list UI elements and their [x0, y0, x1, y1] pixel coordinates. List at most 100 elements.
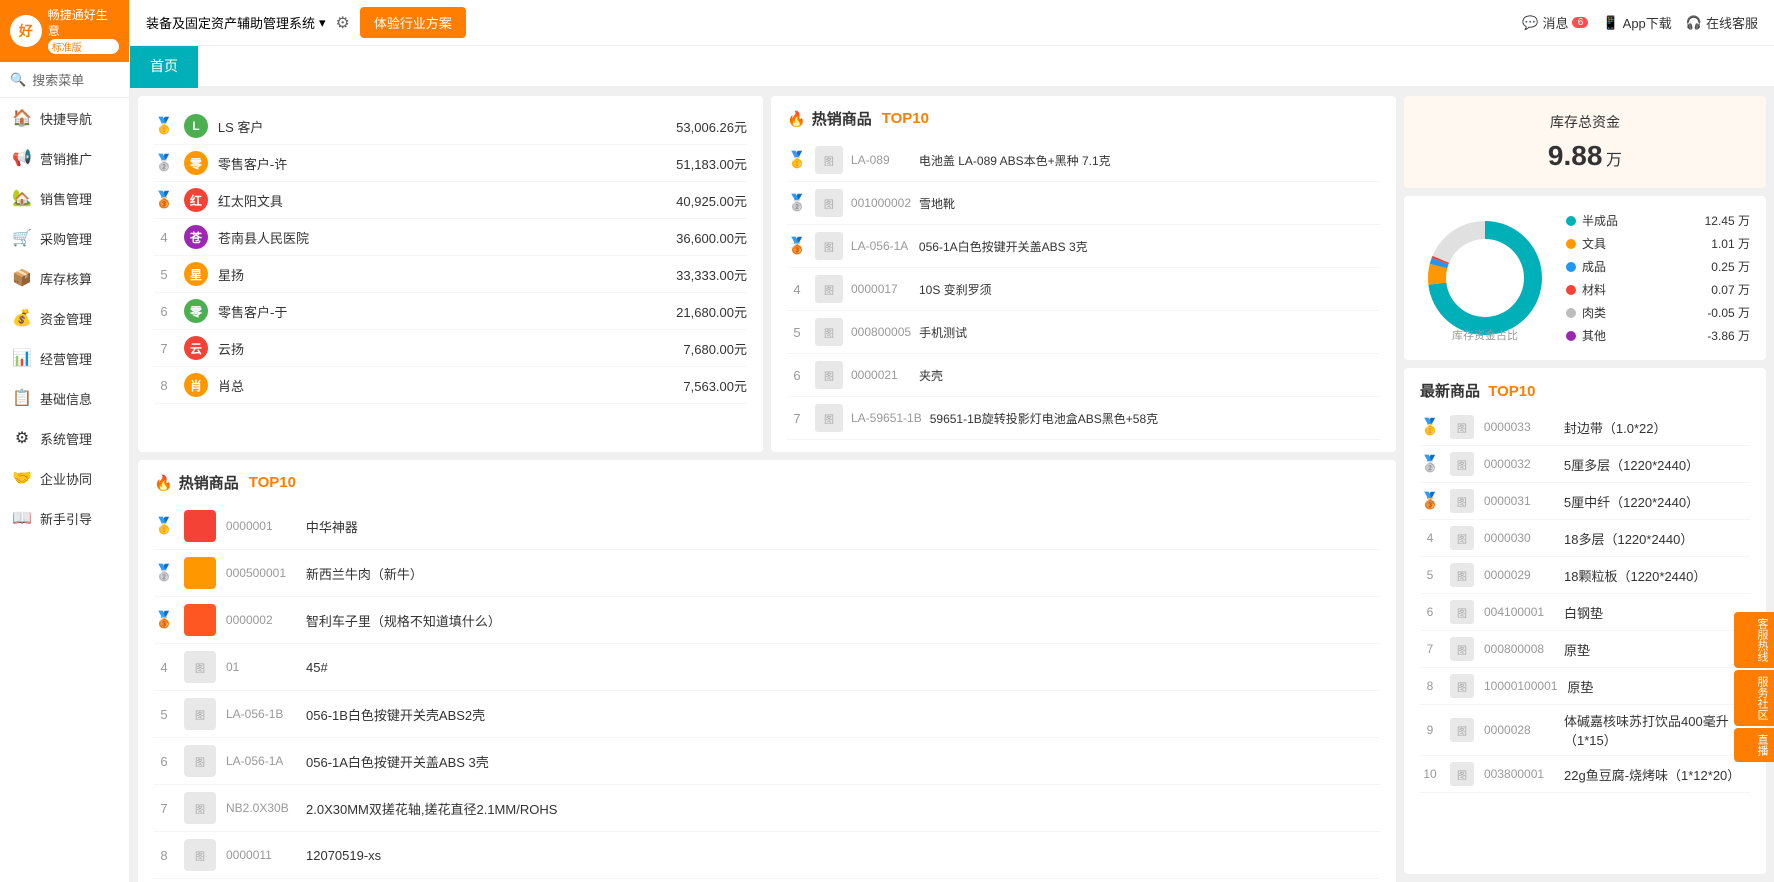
settings-icon[interactable]: ⚙ [336, 13, 350, 33]
customer-rank-item[interactable]: 5 星 星扬 33,333.00元 [154, 256, 747, 293]
product-name: 智利车子里（规格不知道填什么） [306, 611, 1380, 630]
rank-number: 7 [154, 341, 174, 356]
inventory-unit: 万 [1606, 152, 1622, 169]
medal-icon: 🥉 [787, 236, 807, 256]
top-sale-item[interactable]: 7 图 LA-59651-1B 59651-1B旋转投影灯电池盒ABS黑色+58… [787, 397, 1380, 440]
customer-name: 零售客户-于 [218, 302, 666, 321]
customer-rank-item[interactable]: 6 零 零售客户-于 21,680.00元 [154, 293, 747, 330]
product-name: 45# [306, 660, 1380, 675]
legend-name: 材料 [1582, 281, 1705, 298]
purchase-icon: 🛒 [12, 228, 32, 248]
newest-product-item[interactable]: 🥇 图 0000033 封边带（1.0*22） [1420, 409, 1750, 446]
customer-rank-item[interactable]: 4 苍 苍南县人民医院 36,600.00元 [154, 219, 747, 256]
newest-product-item[interactable]: 9 图 0000028 体碱嘉核味苏打饮品400毫升（1*15） [1420, 705, 1750, 756]
online-service-btn[interactable]: 🎧 在线客服 [1686, 13, 1758, 32]
customer-hotline-btn[interactable]: 客服热线 [1734, 612, 1774, 668]
hot-product-item[interactable]: 8 图 0000011 12070519-xs [154, 832, 1380, 879]
newest-product-item[interactable]: 5 图 0000029 18颗粒板（1220*2440） [1420, 557, 1750, 594]
newest-product-item[interactable]: 4 图 0000030 18多层（1220*2440） [1420, 520, 1750, 557]
top-sale-item[interactable]: 4 图 0000017 10S 变刹罗须 [787, 268, 1380, 311]
product-thumbnail [184, 604, 216, 636]
service-community-btn[interactable]: 服务社区 [1734, 670, 1774, 726]
newest-product-item[interactable]: 10 图 003800001 22g鱼豆腐-烧烤味（1*12*20） [1420, 756, 1750, 793]
sidebar-item-cooperation[interactable]: 🤝 企业协同 [0, 458, 129, 498]
hot-product-item[interactable]: 🥉 0000002 智利车子里（规格不知道填什么） [154, 597, 1380, 644]
direct-service-btn[interactable]: 直播 [1734, 728, 1774, 762]
sidebar-item-purchase[interactable]: 🛒 采购管理 [0, 218, 129, 258]
tab-home[interactable]: 首页 [130, 46, 198, 88]
hot-product-item[interactable]: 7 图 NB2.0X30B 2.0X30MM双搓花轴,搓花直径2.1MM/ROH… [154, 785, 1380, 832]
sidebar-item-basics[interactable]: 📋 基础信息 [0, 378, 129, 418]
sidebar-item-inventory[interactable]: 📦 库存核算 [0, 258, 129, 298]
hot-product-item[interactable]: 🥇 0000001 中华神器 [154, 503, 1380, 550]
customer-rank-item[interactable]: 🥇 L LS 客户 53,006.26元 [154, 108, 747, 145]
product-code: LA-056-1A [851, 239, 911, 253]
top-sale-item[interactable]: 6 图 0000021 夹壳 [787, 354, 1380, 397]
inventory-amount: 9.88 [1548, 140, 1603, 171]
product-thumbnail [184, 557, 216, 589]
customer-rank-item[interactable]: 🥉 红 红太阳文具 40,925.00元 [154, 182, 747, 219]
legend-name: 半成品 [1582, 212, 1699, 229]
legend-value: -0.05 万 [1707, 304, 1750, 321]
sidebar-item-marketing[interactable]: 📢 营销推广 [0, 138, 129, 178]
search-menu[interactable]: 🔍 搜索菜单 [0, 62, 129, 98]
customer-amount: 53,006.26元 [676, 117, 747, 136]
sidebar-item-quick-nav[interactable]: 🏠 快捷导航 [0, 98, 129, 138]
product-thumbnail: 图 [1450, 526, 1474, 550]
sidebar-item-guide[interactable]: 📖 新手引导 [0, 498, 129, 538]
product-code: 001000002 [851, 196, 911, 210]
sidebar-item-sales[interactable]: 🏡 销售管理 [0, 178, 129, 218]
product-thumbnail: 图 [184, 698, 216, 730]
customer-rank-item[interactable]: 7 云 云扬 7,680.00元 [154, 330, 747, 367]
message-btn[interactable]: 💬 消息 6 [1522, 13, 1588, 32]
customer-rank-item[interactable]: 8 肖 肖总 7,563.00元 [154, 367, 747, 404]
newest-product-item[interactable]: 🥈 图 0000032 5厘多层（1220*2440） [1420, 446, 1750, 483]
sidebar-item-operations[interactable]: 📊 经营管理 [0, 338, 129, 378]
customer-amount: 21,680.00元 [676, 302, 747, 321]
product-code: LA-59651-1B [851, 411, 922, 425]
legend-value: 1.01 万 [1711, 235, 1750, 252]
product-code: 0000017 [851, 282, 911, 296]
product-code: LA-056-1B [226, 707, 296, 721]
product-name: 原垫 [1564, 640, 1750, 659]
product-name: 2.0X30MM双搓花轴,搓花直径2.1MM/ROHS [306, 799, 1380, 818]
top-sale-item[interactable]: 🥉 图 LA-056-1A 056-1A白色按键开关盖ABS 3克 [787, 225, 1380, 268]
top-sale-item[interactable]: 🥇 图 LA-089 电池盖 LA-089 ABS本色+黑种 7.1克 [787, 139, 1380, 182]
sidebar-item-label: 企业协同 [40, 469, 92, 488]
top-sale-item[interactable]: 🥈 图 001000002 雪地靴 [787, 182, 1380, 225]
newest-product-item[interactable]: 6 图 004100001 白钢垫 [1420, 594, 1750, 631]
customer-amount: 7,680.00元 [683, 339, 747, 358]
app-download-btn[interactable]: 📱 App下载 [1602, 13, 1671, 32]
hot-product-item[interactable]: 6 图 LA-056-1A 056-1A白色按键开关盖ABS 3壳 [154, 738, 1380, 785]
rank-number: 6 [787, 368, 807, 383]
product-name: 18多层（1220*2440） [1564, 529, 1750, 548]
newest-product-item[interactable]: 🥉 图 0000031 5厘中纤（1220*2440） [1420, 483, 1750, 520]
customer-name: 星扬 [218, 265, 666, 284]
customer-name: 云扬 [218, 339, 673, 358]
customer-rank-item[interactable]: 🥈 零 零售客户-许 51,183.00元 [154, 145, 747, 182]
system-title-dropdown[interactable]: 装备及固定资产辅助管理系统 ▾ [146, 13, 326, 32]
avatar: 苍 [184, 225, 208, 249]
product-code: 0000029 [1484, 568, 1554, 582]
customer-name: 零售客户-许 [218, 154, 666, 173]
top-sale-item[interactable]: 5 图 000800005 手机测试 [787, 311, 1380, 354]
customer-amount: 7,563.00元 [683, 376, 747, 395]
hot-product-item[interactable]: 4 图 01 45# [154, 644, 1380, 691]
hot-product-item[interactable]: 🥈 000500001 新西兰牛肉（新牛） [154, 550, 1380, 597]
sidebar-item-system[interactable]: ⚙ 系统管理 [0, 418, 129, 458]
product-thumbnail: 图 [815, 146, 843, 174]
experience-btn[interactable]: 体验行业方案 [360, 7, 466, 38]
sidebar-item-finance[interactable]: 💰 资金管理 [0, 298, 129, 338]
product-thumbnail: 图 [1450, 762, 1474, 786]
medal-icon: 🥉 [154, 190, 174, 210]
sidebar-logo[interactable]: 好 畅捷通好生意 标准版 [0, 0, 129, 62]
newest-product-item[interactable]: 8 图 10000100001 原垫 [1420, 668, 1750, 705]
newest-product-item[interactable]: 7 图 000800008 原垫 [1420, 631, 1750, 668]
rank-number: 6 [1420, 605, 1440, 619]
product-name: 056-1A白色按键开关盖ABS 3克 [919, 238, 1380, 255]
rank-number: 6 [154, 304, 174, 319]
legend-item: 肉类 -0.05 万 [1566, 304, 1750, 321]
middle-panel: 🥇 L LS 客户 53,006.26元 🥈 零 零售客户-许 51,183.0… [130, 88, 1404, 882]
medal-icon: 🥇 [1420, 417, 1440, 437]
hot-product-item[interactable]: 5 图 LA-056-1B 056-1B白色按键开关壳ABS2壳 [154, 691, 1380, 738]
